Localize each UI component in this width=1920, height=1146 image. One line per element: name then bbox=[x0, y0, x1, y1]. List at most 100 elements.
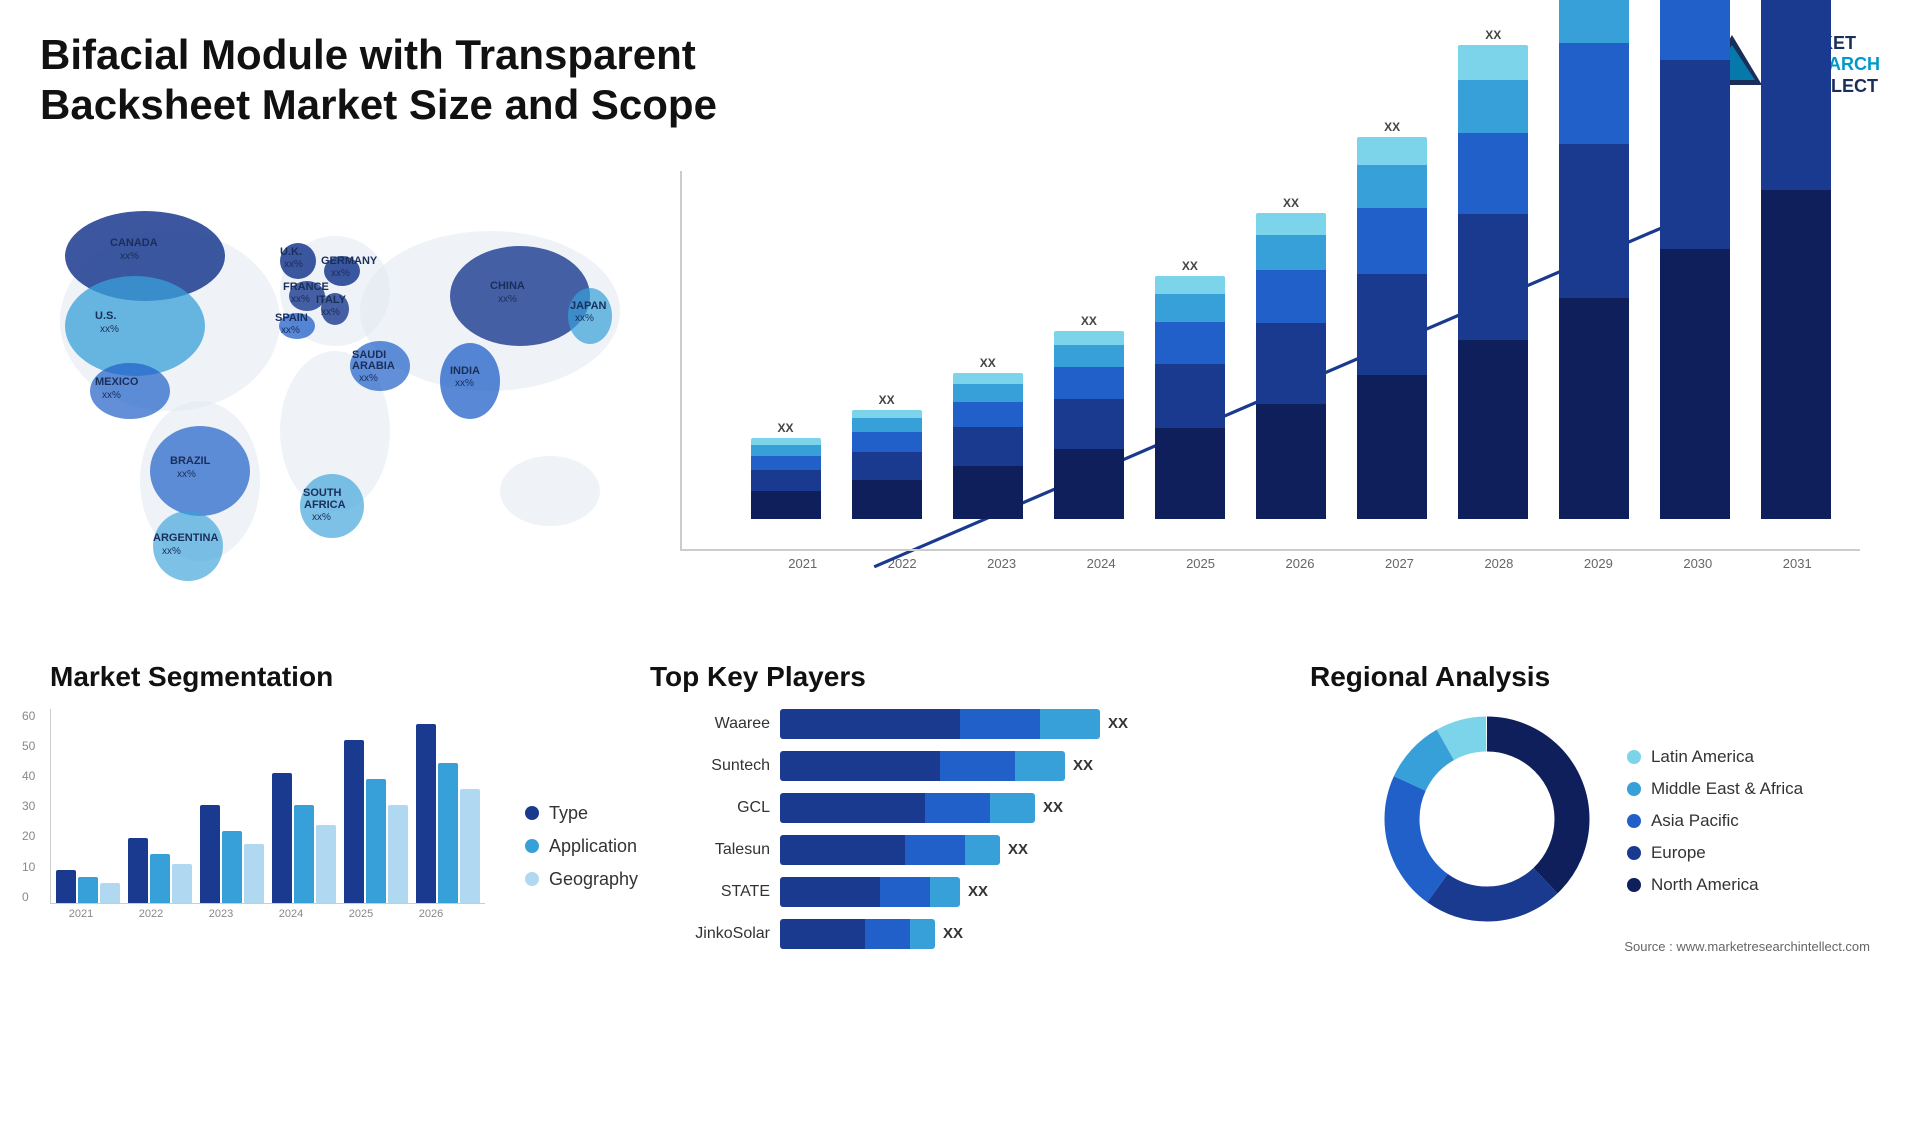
player-xx-label: XX bbox=[1108, 715, 1128, 732]
player-name: JinkoSolar bbox=[650, 925, 770, 943]
svg-text:xx%: xx% bbox=[312, 512, 331, 523]
bar-column: XX bbox=[1551, 0, 1638, 519]
svg-text:ARGENTINA: ARGENTINA bbox=[153, 532, 218, 544]
asia-dot bbox=[1627, 814, 1641, 828]
svg-text:xx%: xx% bbox=[120, 251, 139, 262]
svg-text:xx%: xx% bbox=[321, 307, 340, 318]
player-name: Waaree bbox=[650, 715, 770, 733]
svg-text:xx%: xx% bbox=[162, 546, 181, 557]
svg-text:SOUTH: SOUTH bbox=[303, 487, 342, 499]
app-dot bbox=[525, 839, 539, 853]
seg-bar-group bbox=[344, 740, 408, 903]
legend-geography: Geography bbox=[525, 869, 638, 890]
latin-dot bbox=[1627, 750, 1641, 764]
svg-text:CHINA: CHINA bbox=[490, 280, 525, 292]
main-chart-section: XXXXXXXXXXXXXXXXXXXXXX 20212022202320242… bbox=[660, 151, 1880, 631]
seg-legend: Type Application Geography bbox=[505, 803, 638, 920]
europe-dot bbox=[1627, 846, 1641, 860]
bar-column: XX bbox=[1652, 0, 1739, 519]
northam-dot bbox=[1627, 878, 1641, 892]
player-name: Talesun bbox=[650, 841, 770, 859]
regional-legend: Latin America Middle East & Africa Asia … bbox=[1627, 747, 1803, 895]
svg-text:xx%: xx% bbox=[575, 313, 594, 324]
geo-dot bbox=[525, 872, 539, 886]
legend-europe: Europe bbox=[1627, 843, 1803, 863]
bar-column: XX bbox=[944, 356, 1031, 519]
svg-text:FRANCE: FRANCE bbox=[283, 281, 329, 293]
svg-text:xx%: xx% bbox=[284, 259, 303, 270]
bar-column: XX bbox=[1045, 314, 1132, 519]
svg-text:xx%: xx% bbox=[359, 373, 378, 384]
world-map: CANADA xx% U.S. xx% MEXICO xx% BRAZIL xx… bbox=[40, 151, 640, 631]
segmentation-title: Market Segmentation bbox=[50, 661, 610, 693]
bar-column: XX bbox=[843, 393, 930, 519]
type-dot bbox=[525, 806, 539, 820]
player-row: Talesun XX bbox=[650, 835, 1270, 865]
player-xx-label: XX bbox=[968, 883, 988, 900]
player-xx-label: XX bbox=[1008, 841, 1028, 858]
regional-title: Regional Analysis bbox=[1310, 661, 1870, 693]
seg-bar-group bbox=[56, 870, 120, 903]
segmentation-section: Market Segmentation 0102030405060 202120… bbox=[40, 651, 620, 971]
players-title: Top Key Players bbox=[650, 661, 1270, 693]
bar-column: XX bbox=[1146, 259, 1233, 519]
svg-text:ARABIA: ARABIA bbox=[352, 360, 395, 372]
svg-text:U.S.: U.S. bbox=[95, 310, 116, 322]
bar-column: XX bbox=[1349, 120, 1436, 519]
svg-text:CANADA: CANADA bbox=[110, 237, 158, 249]
bar-column: XX bbox=[1247, 196, 1334, 519]
page-wrapper: Bifacial Module with Transparent Backshe… bbox=[0, 0, 1920, 1146]
svg-text:xx%: xx% bbox=[455, 378, 474, 389]
mea-dot bbox=[1627, 782, 1641, 796]
bar-column: XX bbox=[742, 421, 829, 519]
player-name: STATE bbox=[650, 883, 770, 901]
players-section: Top Key Players WaareeXXSuntechXXGCLXXTa… bbox=[640, 651, 1280, 971]
svg-text:xx%: xx% bbox=[100, 324, 119, 335]
svg-text:U.K.: U.K. bbox=[280, 246, 302, 258]
player-row: Suntech XX bbox=[650, 751, 1270, 781]
svg-text:SPAIN: SPAIN bbox=[275, 312, 308, 324]
legend-mea: Middle East & Africa bbox=[1627, 779, 1803, 799]
player-row: STATE XX bbox=[650, 877, 1270, 907]
seg-bar-group bbox=[128, 838, 192, 903]
svg-text:xx%: xx% bbox=[291, 294, 310, 305]
player-row: JinkoSolar XX bbox=[650, 919, 1270, 949]
player-xx-label: XX bbox=[1073, 757, 1093, 774]
source-text: Source : www.marketresearchintellect.com bbox=[1310, 939, 1870, 954]
regional-section: Regional Analysis bbox=[1300, 651, 1880, 971]
svg-text:xx%: xx% bbox=[331, 268, 350, 279]
svg-text:JAPAN: JAPAN bbox=[570, 300, 607, 312]
svg-text:INDIA: INDIA bbox=[450, 365, 480, 377]
seg-bar-group bbox=[272, 773, 336, 903]
legend-application: Application bbox=[525, 836, 638, 857]
legend-latin: Latin America bbox=[1627, 747, 1803, 767]
svg-text:BRAZIL: BRAZIL bbox=[170, 455, 211, 467]
player-row: GCL XX bbox=[650, 793, 1270, 823]
svg-text:xx%: xx% bbox=[281, 325, 300, 336]
player-name: Suntech bbox=[650, 757, 770, 775]
regional-content: Latin America Middle East & Africa Asia … bbox=[1310, 709, 1870, 934]
bar-column: XX bbox=[1753, 0, 1840, 519]
legend-northam: North America bbox=[1627, 875, 1803, 895]
bar-column: XX bbox=[1450, 28, 1537, 519]
seg-bar-group bbox=[200, 805, 264, 903]
legend-type: Type bbox=[525, 803, 638, 824]
page-title: Bifacial Module with Transparent Backshe… bbox=[40, 30, 840, 131]
player-row: Waaree XX bbox=[650, 709, 1270, 739]
legend-asia: Asia Pacific bbox=[1627, 811, 1803, 831]
svg-text:xx%: xx% bbox=[177, 469, 196, 480]
svg-text:MEXICO: MEXICO bbox=[95, 376, 139, 388]
player-xx-label: XX bbox=[943, 925, 963, 942]
svg-text:xx%: xx% bbox=[102, 390, 121, 401]
map-section: CANADA xx% U.S. xx% MEXICO xx% BRAZIL xx… bbox=[40, 151, 640, 631]
svg-text:AFRICA: AFRICA bbox=[304, 499, 346, 511]
donut-chart bbox=[1377, 709, 1597, 934]
player-xx-label: XX bbox=[1043, 799, 1063, 816]
bottom-row: Market Segmentation 0102030405060 202120… bbox=[40, 651, 1880, 971]
svg-text:ITALY: ITALY bbox=[316, 294, 347, 306]
seg-bar-group bbox=[416, 724, 480, 903]
player-name: GCL bbox=[650, 799, 770, 817]
players-bars: WaareeXXSuntechXXGCLXXTalesunXXSTATEXXJi… bbox=[650, 709, 1270, 949]
svg-text:GERMANY: GERMANY bbox=[321, 255, 378, 267]
svg-text:xx%: xx% bbox=[498, 294, 517, 305]
